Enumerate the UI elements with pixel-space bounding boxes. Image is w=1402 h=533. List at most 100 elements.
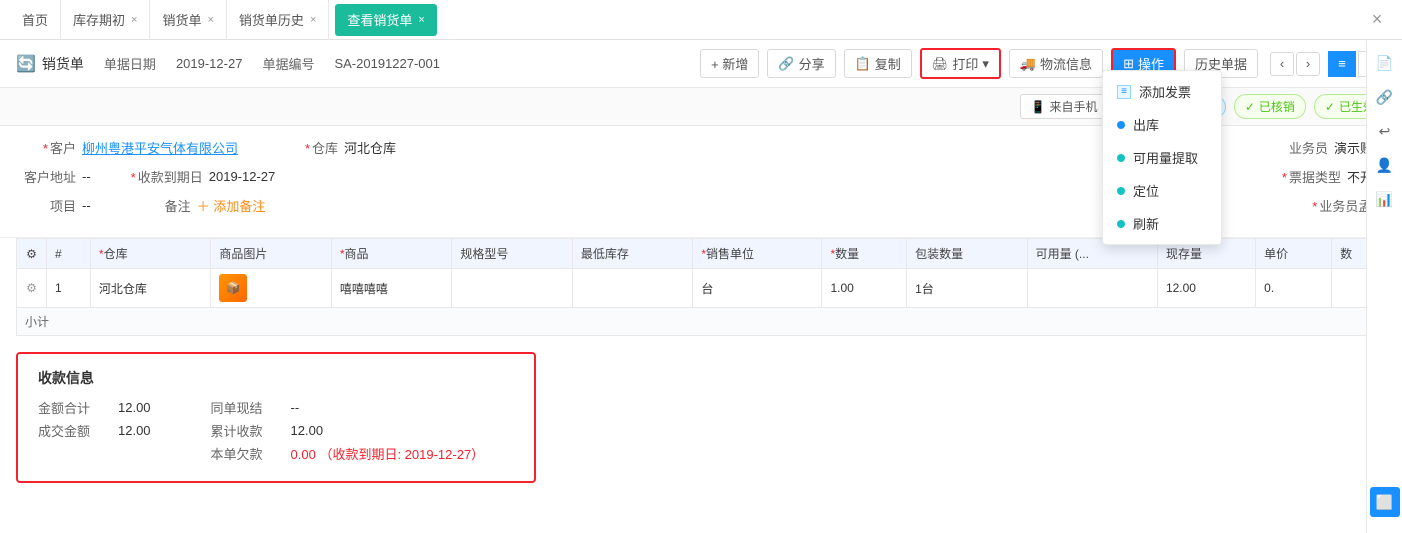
remark-field: 备注 ＋ 添加备注 [131,196,266,215]
right-sidebar: 📄 🔗 ↩ 👤 📊 ⬜ [1366,40,1402,533]
total-label: 金额合计 [38,398,108,417]
address-label: 客户地址 [16,167,76,186]
staff-label: 业务员 [1268,138,1328,157]
available-qty-dot [1117,154,1125,162]
row-min-stock-cell [572,269,692,308]
operation-dropdown: ≡ 添加发票 出库 可用量提取 定位 刷新 [1102,70,1222,245]
available-qty-item[interactable]: 可用量提取 [1103,141,1221,174]
sidebar-return-icon[interactable]: ↩ [1370,116,1400,146]
row-model-cell [452,269,572,308]
tab-sale[interactable]: 销货单 × [150,0,226,40]
project-value: -- [82,198,91,213]
tab-inventory-close[interactable]: × [131,14,137,26]
subtotal-cell: 小计 [17,308,1386,336]
sidebar-doc-icon[interactable]: 📄 [1370,48,1400,78]
refresh-item[interactable]: 刷新 [1103,207,1221,240]
print-dropdown-arrow: ▾ [982,56,989,72]
col-index: # [47,239,91,269]
logistics-button[interactable]: 🚚 物流信息 [1009,49,1103,78]
tab-view-sale-close[interactable]: × [418,14,424,26]
date-value: 2019-12-27 [176,56,243,71]
sidebar-chart-icon[interactable]: 📊 [1370,184,1400,214]
row-pack-qty-cell: 1台 [907,269,1027,308]
sidebar-link-icon[interactable]: 🔗 [1370,82,1400,112]
share-button[interactable]: 🔗 分享 [767,49,835,78]
row-index-cell: 1 [47,269,91,308]
same-settle-label: 同单现结 [211,398,281,417]
add-invoice-label: 添加发票 [1139,82,1191,101]
new-button[interactable]: + 新增 [700,49,759,78]
project-label: 项目 [16,196,76,215]
due-date-field: 收款到期日 2019-12-27 [131,167,276,186]
warehouse-value: 河北仓库 [344,138,396,157]
col-model: 规格型号 [452,239,572,269]
deal-label: 成交金额 [38,421,108,440]
doc-title-text: 销货单 [42,54,84,74]
summary-same-settle-row: 同单现结 -- [211,398,485,417]
staff2-label: 业务员孟 [1311,196,1371,215]
summary-title: 收款信息 [38,368,514,388]
row-warehouse-cell: 河北仓库 [90,269,210,308]
window-close-button[interactable]: × [1362,5,1392,35]
tab-sale-history[interactable]: 销货单历史 × [227,0,329,40]
number-label: 单据编号 [262,54,314,73]
summary-total-row: 金额合计 12.00 [38,398,151,417]
copy-button[interactable]: 📋 复制 [844,49,912,78]
number-value: SA-20191227-001 [334,56,440,71]
tab-home[interactable]: 首页 [10,0,61,40]
row-settings-cell: ⚙ [17,269,47,308]
sidebar-user-icon[interactable]: 👤 [1370,150,1400,180]
col-qty: *数量 [822,239,907,269]
summary-box: 收款信息 金额合计 12.00 成交金额 12.00 同单现结 -- 累计收款 [16,352,536,483]
tab-bar: 首页 库存期初 × 销货单 × 销货单历史 × 查看销货单 × × [0,0,1402,40]
phone-icon: 📱 [1031,100,1046,114]
effective-icon: ✓ [1325,100,1335,114]
customer-field: 客户 柳州粤港平安气体有限公司 [16,138,238,157]
date-label: 单据日期 [104,54,156,73]
sidebar-expand-icon[interactable]: ⬜ [1370,487,1400,517]
sale-order-icon: 🔄 [16,54,36,74]
row-available-cell [1027,269,1157,308]
add-remark-btn[interactable]: ＋ 添加备注 [197,196,266,215]
row-image-cell: 📦 [211,269,331,308]
verified-btn[interactable]: ✓ 已核销 [1234,94,1306,119]
locate-label: 定位 [1133,181,1159,200]
due-date-value: 2019-12-27 [209,169,276,184]
verified-icon: ✓ [1245,100,1255,114]
col-settings: ⚙ [17,239,47,269]
from-phone-btn[interactable]: 📱 来自手机 [1020,94,1109,119]
customer-label: 客户 [16,138,76,157]
project-field: 项目 -- [16,196,91,215]
print-button[interactable]: 🖨 打印 ▾ [920,48,1001,79]
cumulative-value: 12.00 [291,423,324,438]
next-arrow[interactable]: › [1296,52,1320,76]
owed-value: 0.00 （收款到期日: 2019-12-27） [291,444,485,463]
tab-inventory[interactable]: 库存期初 × [61,0,150,40]
col-product: *商品 [331,239,451,269]
summary-owed-row: 本单欠款 0.00 （收款到期日: 2019-12-27） [211,444,485,463]
customer-value[interactable]: 柳州粤港平安气体有限公司 [82,138,238,157]
col-image: 商品图片 [211,239,331,269]
list-view-toggle[interactable]: ≡ [1328,51,1356,77]
add-invoice-item[interactable]: ≡ 添加发票 [1103,75,1221,108]
gear-icon: ⚙ [26,281,37,295]
outbound-label: 出库 [1133,115,1159,134]
summary-col-left: 金额合计 12.00 成交金额 12.00 [38,398,151,467]
table-section: ⚙ # *仓库 商品图片 *商品 规格型号 最低库存 *销售单位 *数量 包装数… [0,238,1402,344]
product-img-icon: 📦 [226,281,241,295]
share-icon: 🔗 [778,56,794,72]
locate-item[interactable]: 定位 [1103,174,1221,207]
tab-sale-close[interactable]: × [207,14,213,26]
tab-view-sale[interactable]: 查看销货单 × [335,4,436,36]
locate-dot [1117,187,1125,195]
doc-actions: + 新增 🔗 分享 📋 复制 🖨 打印 ▾ 🚚 物流信息 ⊞ 操作 [700,48,1386,79]
summary-cumulative-row: 累计收款 12.00 [211,421,485,440]
prev-arrow[interactable]: ‹ [1270,52,1294,76]
copy-icon: 📋 [855,56,871,72]
col-min-stock: 最低库存 [572,239,692,269]
tab-sale-history-close[interactable]: × [310,14,316,26]
col-price: 单价 [1256,239,1332,269]
logistics-icon: 🚚 [1020,56,1036,72]
plus-icon: ＋ [197,199,210,214]
outbound-item[interactable]: 出库 [1103,108,1221,141]
